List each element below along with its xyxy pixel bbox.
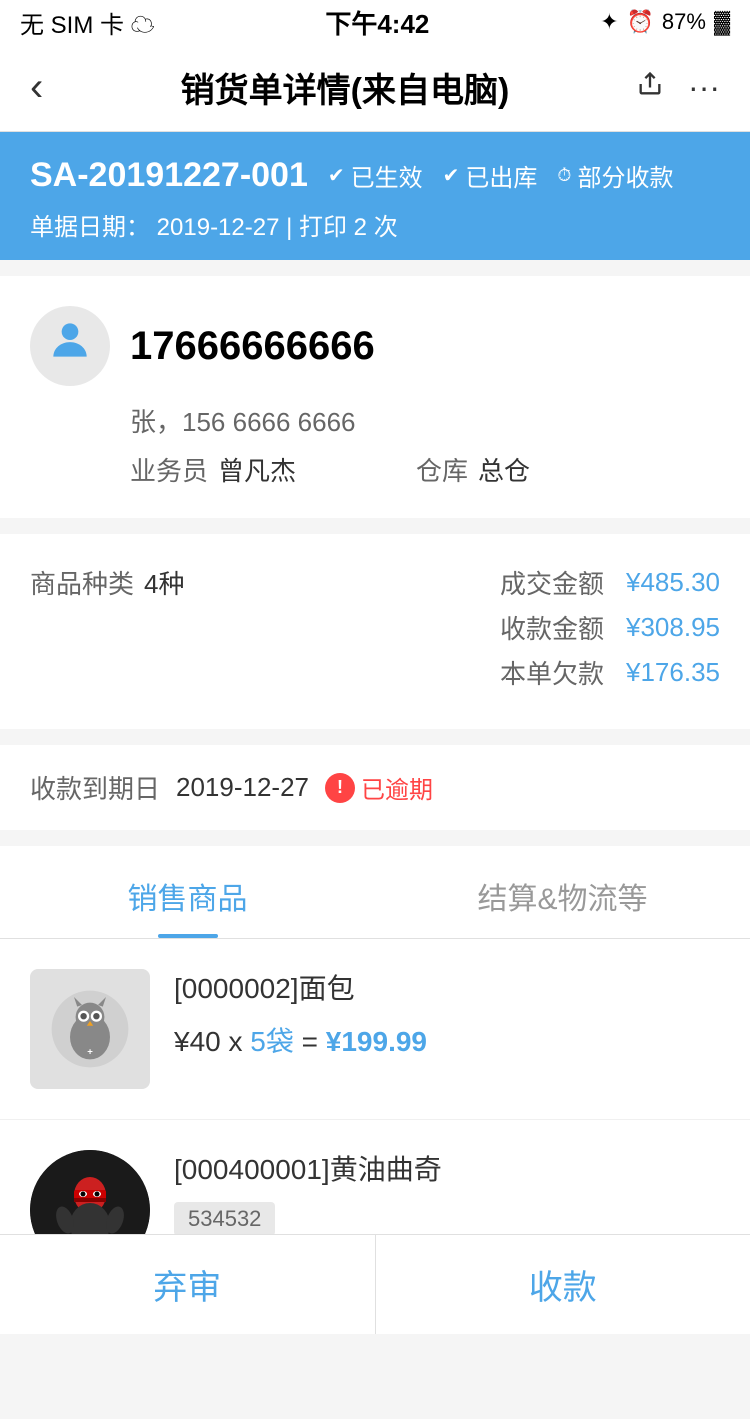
overdue-badge: ! 已逾期: [325, 770, 433, 805]
cancel-review-button[interactable]: 弃审: [0, 1235, 376, 1334]
agent-name: 曾凡杰: [218, 451, 296, 488]
product-item: + [0000002]面包 ¥40 x 5袋 = ¥199.99: [0, 939, 750, 1120]
warehouse-name: 总仓: [478, 451, 530, 488]
quantity-1: 5袋: [250, 1026, 294, 1057]
price-base-1: ¥40: [174, 1026, 221, 1057]
product-thumbnail-1: +: [30, 969, 150, 1089]
customer-section: 17666666666 张，156 6666 6666 业务员 曾凡杰 仓库 总…: [0, 276, 750, 518]
order-banner: SA-20191227-001 ✔ 已生效 ✔ 已出库 ⏱ 部分收款 单据日期：…: [0, 132, 750, 260]
status-right: ✦ ⏰ 87% ▓: [600, 9, 730, 35]
status-badge-effective: ✔ 已生效: [328, 158, 423, 193]
overdue-icon: !: [325, 773, 355, 803]
date-label: 单据日期：: [30, 214, 150, 241]
product-tag-2: 534532: [174, 1202, 275, 1236]
nav-bar: ‹ 销货单详情(来自电脑) ···: [0, 44, 750, 132]
avatar: [30, 306, 110, 386]
debt-amount: ¥176.35: [620, 657, 720, 688]
status-badge-partial: ⏱ 部分收款: [557, 158, 673, 193]
bottom-bar: 弃审 收款: [0, 1234, 750, 1334]
summary-right: 成交金额 ¥485.30 收款金额 ¥308.95 本单欠款 ¥176.35: [500, 564, 720, 699]
total-1: ¥199.99: [326, 1026, 427, 1057]
location-icon: ✦: [600, 9, 618, 35]
order-date-row: 单据日期： 2019-12-27 | 打印 2 次: [30, 207, 720, 242]
tab-settlement[interactable]: 结算&物流等: [375, 846, 750, 938]
order-date: 2019-12-27: [157, 214, 280, 241]
status-bar: 无 SIM 卡 ☁ 下午4:42 ✦ ⏰ 87% ▓: [0, 0, 750, 44]
nav-actions: ···: [600, 69, 720, 106]
tabs-header: 销售商品 结算&物流等: [0, 846, 750, 939]
product-info-1: [0000002]面包 ¥40 x 5袋 = ¥199.99: [174, 969, 720, 1060]
status-badge-shipped: ✔ 已出库: [443, 158, 538, 193]
battery-icon: ▓: [714, 9, 730, 35]
back-button[interactable]: ‹: [30, 65, 90, 110]
alarm-icon: ⏰: [627, 9, 654, 35]
tab-products[interactable]: 销售商品: [0, 846, 375, 938]
customer-phone: 17666666666: [130, 324, 375, 369]
share-button[interactable]: [636, 70, 664, 105]
deal-amount-label: 成交金额: [500, 564, 604, 601]
due-date: 2019-12-27: [176, 772, 309, 803]
print-info: | 打印 2 次: [286, 214, 398, 241]
customer-name: 张，156 6666 6666: [30, 402, 720, 439]
product-name-2: [000400001]黄油曲奇: [174, 1150, 720, 1189]
customer-meta: 业务员 曾凡杰 仓库 总仓: [30, 451, 720, 488]
overdue-text: 已逾期: [361, 770, 433, 805]
received-amount: ¥308.95: [620, 612, 720, 643]
product-name-1: [0000002]面包: [174, 969, 720, 1008]
page-title: 销货单详情(来自电脑): [90, 63, 600, 112]
product-count: 4种: [144, 564, 184, 601]
avatar-icon: [45, 315, 95, 377]
sim-status: 无 SIM 卡 ☁: [20, 5, 155, 40]
due-label: 收款到期日: [30, 769, 160, 806]
debt-label: 本单欠款: [500, 654, 604, 691]
battery-display: 87%: [662, 9, 706, 35]
due-section: 收款到期日 2019-12-27 ! 已逾期: [0, 745, 750, 830]
order-id: SA-20191227-001: [30, 156, 308, 195]
agent-label: 业务员: [130, 451, 208, 488]
product-price-1: ¥40 x 5袋 = ¥199.99: [174, 1020, 720, 1060]
more-button[interactable]: ···: [688, 69, 720, 106]
summary-section: 商品种类 4种 成交金额 ¥485.30 收款金额 ¥308.95 本单欠款 ¥…: [0, 534, 750, 729]
warehouse-label: 仓库: [416, 451, 468, 488]
status-left: 无 SIM 卡 ☁: [20, 5, 155, 40]
time-display: 下午4:42: [325, 4, 429, 41]
collect-payment-button[interactable]: 收款: [376, 1235, 750, 1334]
product-type-label: 商品种类: [30, 564, 134, 601]
svg-text:+: +: [87, 1047, 93, 1058]
received-label: 收款金额: [500, 609, 604, 646]
deal-amount: ¥485.30: [620, 567, 720, 598]
